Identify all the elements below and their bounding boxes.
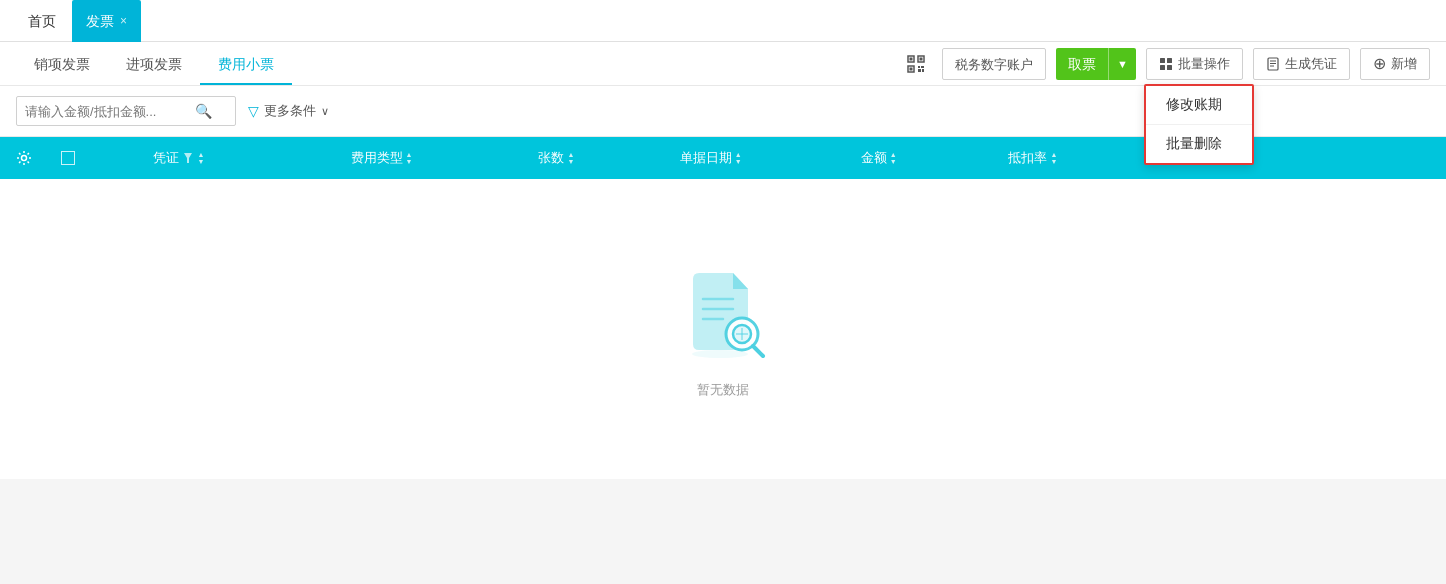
gen-voucher-label: 生成凭证 bbox=[1285, 48, 1337, 80]
batch-delete-item[interactable]: 批量删除 bbox=[1146, 125, 1252, 163]
th-expense-type[interactable]: 费用类型 ▲▼ bbox=[270, 137, 493, 179]
svg-rect-9 bbox=[922, 69, 924, 72]
sort-icon: ▲▼ bbox=[406, 151, 413, 165]
new-label: 新增 bbox=[1391, 48, 1417, 80]
svg-marker-19 bbox=[184, 153, 192, 163]
take-invoice-button[interactable]: 取票 ▼ bbox=[1056, 48, 1136, 80]
modify-period-item[interactable]: 修改账期 bbox=[1146, 86, 1252, 125]
svg-rect-11 bbox=[1167, 58, 1172, 63]
batch-ops-button[interactable]: 批量操作 bbox=[1146, 48, 1243, 80]
svg-rect-1 bbox=[910, 57, 913, 60]
svg-rect-12 bbox=[1160, 65, 1165, 70]
close-icon[interactable]: × bbox=[120, 0, 127, 42]
batch-ops-icon bbox=[1159, 57, 1173, 71]
empty-illustration bbox=[668, 259, 778, 369]
qr-icon bbox=[906, 54, 926, 74]
search-input[interactable] bbox=[25, 104, 195, 119]
top-nav: 首页 发票 × bbox=[0, 0, 1446, 42]
header-checkbox[interactable] bbox=[61, 151, 75, 165]
home-tab[interactable]: 首页 bbox=[12, 0, 72, 42]
sort-icon: ▲▼ bbox=[1050, 151, 1057, 165]
sort-icon: ▲▼ bbox=[735, 151, 742, 165]
th-checkbox[interactable] bbox=[48, 137, 88, 179]
th-deduct-rate[interactable]: 抵扣率 ▲▼ bbox=[956, 137, 1110, 179]
th-extra bbox=[1292, 137, 1446, 179]
sub-tabs-left: 销项发票 进项发票 费用小票 bbox=[16, 42, 292, 85]
more-filter-label: 更多条件 bbox=[264, 102, 316, 120]
th-voucher[interactable]: 凭证 ▲▼ bbox=[88, 137, 270, 179]
empty-state: 暂无数据 bbox=[668, 259, 778, 399]
sort-icon: ▲▼ bbox=[197, 151, 204, 165]
plus-icon: ⊕ bbox=[1373, 56, 1386, 72]
svg-rect-6 bbox=[918, 66, 920, 68]
sort-icon: ▲▼ bbox=[567, 151, 574, 165]
th-gear[interactable] bbox=[0, 137, 48, 179]
sub-tabs-bar: 销项发票 进项发票 费用小票 税务数字账户 bbox=[0, 42, 1446, 86]
tab-expense-receipt[interactable]: 费用小票 bbox=[200, 42, 292, 85]
table-body: 暂无数据 bbox=[0, 179, 1446, 479]
batch-ops-dropdown: 修改账期 批量删除 bbox=[1144, 84, 1254, 165]
empty-text: 暂无数据 bbox=[697, 381, 749, 399]
th-date[interactable]: 单据日期 ▲▼ bbox=[620, 137, 802, 179]
search-input-wrap[interactable]: 🔍 bbox=[16, 96, 236, 126]
sub-tabs-right: 税务数字账户 取票 ▼ 批量操作 生成凭证 ⊕ bbox=[900, 48, 1430, 80]
settings-icon bbox=[16, 150, 32, 166]
tab-sales-invoice[interactable]: 销项发票 bbox=[16, 42, 108, 85]
new-button[interactable]: ⊕ 新增 bbox=[1360, 48, 1430, 80]
svg-rect-3 bbox=[920, 57, 923, 60]
voucher-filter-icon bbox=[182, 151, 194, 165]
take-invoice-arrow[interactable]: ▼ bbox=[1108, 48, 1136, 80]
svg-rect-5 bbox=[910, 67, 913, 70]
take-invoice-label: 取票 bbox=[1056, 48, 1108, 80]
filter-icon: ▽ bbox=[248, 103, 259, 119]
search-icon[interactable]: 🔍 bbox=[195, 103, 212, 119]
voucher-icon bbox=[1266, 57, 1280, 71]
th-amount[interactable]: 金额 ▲▼ bbox=[802, 137, 956, 179]
invoice-tab[interactable]: 发票 × bbox=[72, 0, 141, 42]
svg-rect-7 bbox=[921, 66, 924, 68]
th-count[interactable]: 张数 ▲▼ bbox=[493, 137, 620, 179]
more-filter-button[interactable]: ▽ 更多条件 ∨ bbox=[248, 102, 329, 120]
tab-purchase-invoice[interactable]: 进项发票 bbox=[108, 42, 200, 85]
svg-point-18 bbox=[22, 156, 27, 161]
gen-voucher-button[interactable]: 生成凭证 bbox=[1253, 48, 1350, 80]
sort-icon: ▲▼ bbox=[890, 151, 897, 165]
qr-code-button[interactable] bbox=[900, 48, 932, 80]
invoice-tab-label: 发票 bbox=[86, 0, 114, 42]
chevron-down-icon: ∨ bbox=[321, 105, 329, 118]
svg-rect-10 bbox=[1160, 58, 1165, 63]
svg-rect-13 bbox=[1167, 65, 1172, 70]
batch-ops-label: 批量操作 bbox=[1178, 48, 1230, 80]
tax-digital-account-button[interactable]: 税务数字账户 bbox=[942, 48, 1046, 80]
svg-rect-8 bbox=[918, 69, 921, 72]
svg-line-26 bbox=[753, 346, 763, 356]
